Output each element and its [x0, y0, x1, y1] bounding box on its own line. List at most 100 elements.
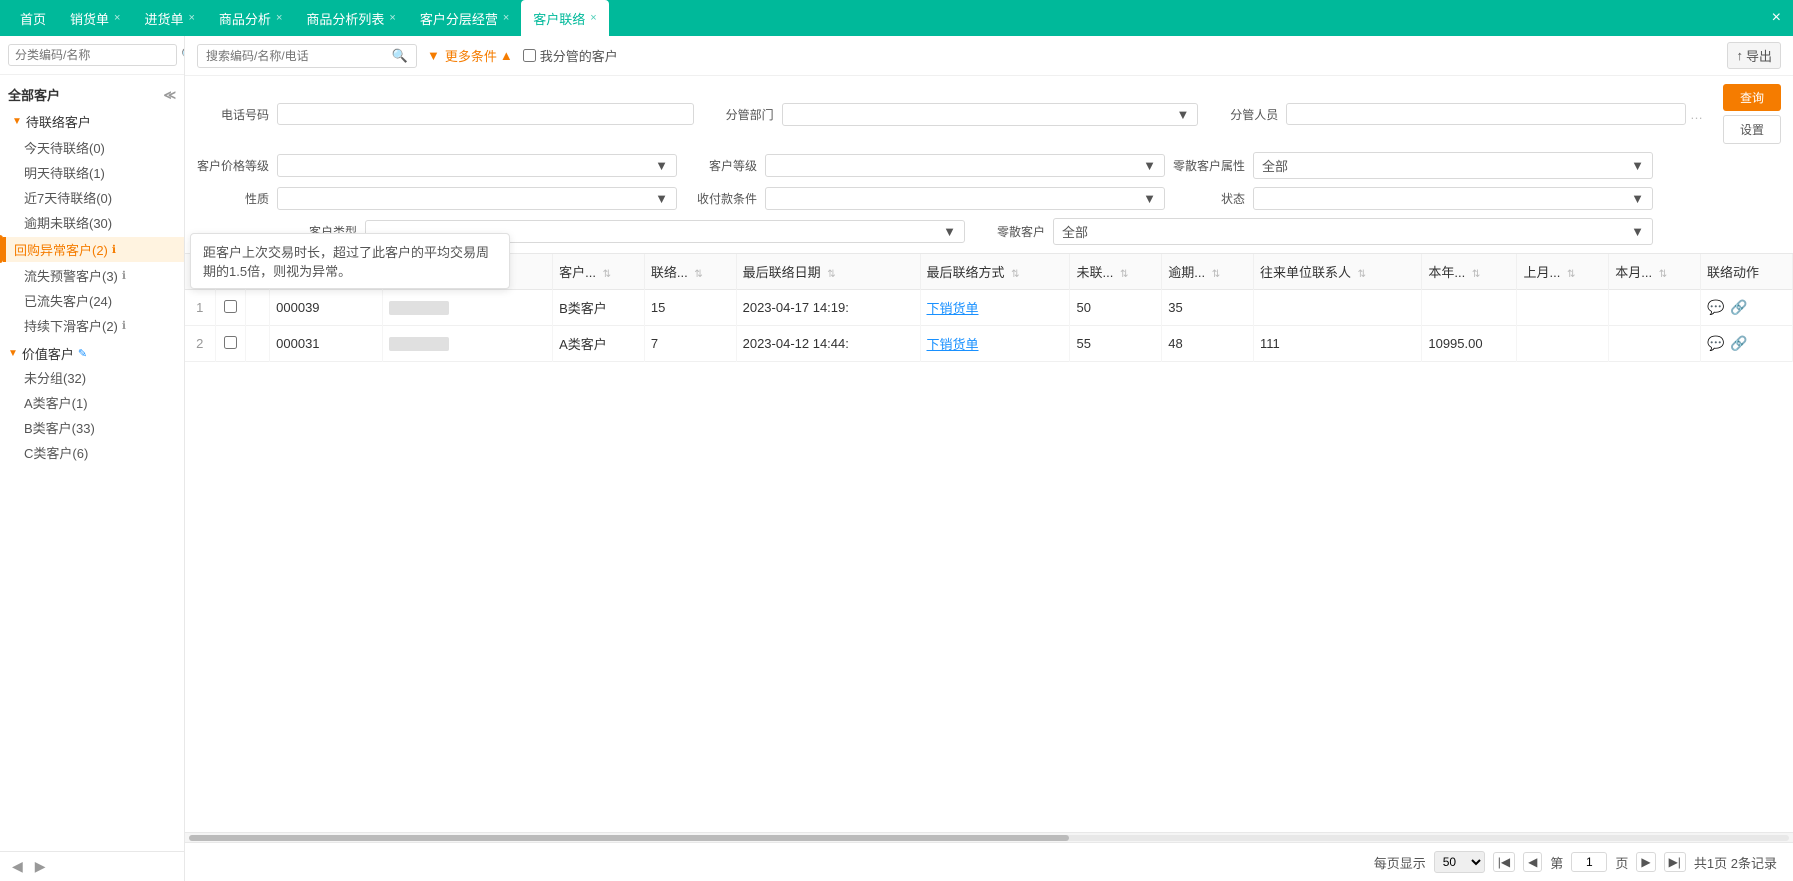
sidebar-waiting-contact-group[interactable]: ▼ 待联络客户: [0, 108, 184, 135]
row-2-comment-icon[interactable]: 💬: [1707, 335, 1724, 352]
col-action-label: 联络动作: [1707, 265, 1759, 280]
sidebar-item-churned[interactable]: 已流失客户(24): [0, 288, 184, 313]
col-last-month-label: 上月...: [1523, 265, 1560, 280]
search-input[interactable]: [206, 49, 388, 63]
filter-retail-customer-select[interactable]: 全部 ▼: [1053, 218, 1653, 245]
retail-customer-value: 全部: [1062, 222, 1088, 241]
row-1-comment-icon[interactable]: 💬: [1707, 299, 1724, 316]
col-way-sort-icon[interactable]: ⇅: [1011, 269, 1019, 280]
nav-close-customer-contact[interactable]: ×: [590, 12, 596, 24]
col-this-year: 本年... ⇅: [1422, 254, 1517, 290]
repurchase-info-icon[interactable]: ℹ: [112, 243, 116, 256]
sidebar-item-overdue-contact[interactable]: 逾期未联络(30): [0, 210, 184, 235]
sidebar-collapse-icon[interactable]: ≪: [163, 88, 176, 102]
filter-dept-label: 分管部门: [702, 106, 782, 123]
nav-customer-contact[interactable]: 客户联络 ×: [521, 0, 608, 36]
per-page-select[interactable]: 50 100 200: [1434, 851, 1485, 873]
export-button[interactable]: ↑ 导出: [1727, 42, 1781, 69]
filter-price-grade-field: 客户价格等级 ▼: [197, 154, 677, 177]
filter-dept-select[interactable]: ▼: [782, 103, 1199, 126]
more-conditions-button[interactable]: ▼ 更多条件 ▲: [427, 46, 513, 65]
gender-icon: ▼: [655, 191, 668, 206]
col-overdue-sort-icon[interactable]: ⇅: [1212, 269, 1220, 280]
filter-manager-input[interactable]: [1286, 103, 1686, 125]
filter-customer-grade-select[interactable]: ▼: [765, 154, 1165, 177]
row-1-grade: B类客户: [553, 290, 645, 326]
nav-close-purchase[interactable]: ×: [188, 12, 194, 24]
next-page-button[interactable]: ▶: [1636, 852, 1655, 872]
nav-purchase[interactable]: 进货单 ×: [132, 0, 206, 36]
sidebar-item-class-c[interactable]: C类客户(6): [0, 440, 184, 465]
nav-home[interactable]: 首页: [8, 0, 58, 36]
sidebar-item-class-b[interactable]: B类客户(33): [0, 415, 184, 440]
filter-phone-input[interactable]: [277, 103, 694, 125]
search-input-icon[interactable]: 🔍: [392, 48, 408, 64]
horizontal-scrollbar[interactable]: [185, 832, 1793, 842]
row-1-link-icon[interactable]: 🔗: [1730, 299, 1747, 316]
sidebar-item-today-contact[interactable]: 今天待联络(0): [0, 135, 184, 160]
col-overdue: 逾期... ⇅: [1162, 254, 1254, 290]
manager-more-icon[interactable]: …: [1690, 107, 1703, 122]
col-uncontact-sort-icon[interactable]: ⇅: [1120, 269, 1128, 280]
last-page-button[interactable]: ▶|: [1664, 852, 1686, 872]
row-1-this-year: [1422, 290, 1517, 326]
col-year-sort-icon[interactable]: ⇅: [1472, 269, 1480, 280]
export-icon: ↑: [1736, 48, 1743, 63]
filter-pay-condition-select[interactable]: ▼: [765, 187, 1165, 210]
nav-close-product-list[interactable]: ×: [389, 12, 395, 24]
close-all-tabs-button[interactable]: ×: [1772, 9, 1781, 27]
sidebar-item-repurchase-abnormal[interactable]: 回购异常客户(2) ℹ: [3, 237, 184, 262]
page-number-input[interactable]: [1571, 852, 1607, 872]
col-this-month-sort-icon[interactable]: ⇅: [1659, 269, 1667, 280]
sidebar-item-ungrouped[interactable]: 未分组(32): [0, 365, 184, 390]
sidebar-item-7days-contact[interactable]: 近7天待联络(0): [0, 185, 184, 210]
nav-close-sales[interactable]: ×: [114, 12, 120, 24]
customer-type-icon: ▼: [943, 224, 956, 239]
row-2-uncontact: 55: [1070, 326, 1162, 362]
row-2-link-icon[interactable]: 🔗: [1730, 335, 1747, 352]
my-customer-checkbox[interactable]: [523, 49, 536, 62]
query-button[interactable]: 查询: [1723, 84, 1781, 111]
filter-retail-attr-label: 零散客户属性: [1173, 157, 1253, 174]
sidebar-all-customers[interactable]: 全部客户 ≪: [0, 81, 184, 108]
row-1-last-way-link[interactable]: 下销货单: [927, 301, 979, 316]
sidebar-item-tomorrow-contact[interactable]: 明天待联络(1): [0, 160, 184, 185]
sidebar-item-class-a[interactable]: A类客户(1): [0, 390, 184, 415]
nav-sales[interactable]: 销货单 ×: [58, 0, 132, 36]
nav-customer-segment[interactable]: 客户分层经营 ×: [408, 0, 521, 36]
col-unit-sort-icon[interactable]: ⇅: [1358, 269, 1366, 280]
row-2-checkbox[interactable]: [224, 336, 237, 349]
sidebar-search-input[interactable]: [8, 44, 177, 66]
declining-info-icon[interactable]: ℹ: [122, 319, 126, 332]
filter-status-select[interactable]: ▼: [1253, 187, 1653, 210]
filter-price-grade-label: 客户价格等级: [197, 157, 277, 174]
value-arrow-icon: ▼: [8, 348, 18, 359]
nav-product-list[interactable]: 商品分析列表 ×: [294, 0, 407, 36]
filter-price-grade-select[interactable]: ▼: [277, 154, 677, 177]
col-date-sort-icon[interactable]: ⇅: [827, 269, 835, 280]
my-customer-filter: 我分管的客户: [523, 46, 618, 65]
prev-page-button[interactable]: ◀: [1523, 852, 1542, 872]
value-edit-icon[interactable]: ✎: [78, 347, 87, 360]
row-1-checkbox[interactable]: [224, 300, 237, 313]
row-2-last-way-link[interactable]: 下销货单: [927, 337, 979, 352]
nav-product-analysis[interactable]: 商品分析 ×: [207, 0, 294, 36]
first-page-button[interactable]: |◀: [1493, 852, 1515, 872]
sidebar-left-arrow[interactable]: ◀: [8, 856, 27, 877]
sidebar-item-churn-warning[interactable]: 流失预警客户(3) ℹ: [0, 263, 184, 288]
sidebar-item-declining[interactable]: 持续下滑客户(2) ℹ: [0, 313, 184, 338]
col-grade-sort-icon[interactable]: ⇅: [603, 269, 611, 280]
sidebar-value-customer-group[interactable]: ▼ 价值客户 ✎: [0, 338, 184, 365]
table-row: 2 000031 A类客户 7 2023-04-12 14:44:: [185, 326, 1793, 362]
filter-gender-select[interactable]: ▼: [277, 187, 677, 210]
sidebar-right-arrow[interactable]: ▶: [31, 856, 50, 877]
nav-close-customer-segment[interactable]: ×: [503, 12, 509, 24]
settings-button[interactable]: 设置: [1723, 115, 1781, 144]
col-contact-sort-icon[interactable]: ⇅: [694, 269, 702, 280]
filter-retail-attr-select[interactable]: 全部 ▼: [1253, 152, 1653, 179]
row-1-name: [383, 290, 553, 326]
churn-warning-info-icon[interactable]: ℹ: [122, 269, 126, 282]
nav-close-product-analysis[interactable]: ×: [276, 12, 282, 24]
col-last-month-sort-icon[interactable]: ⇅: [1567, 269, 1575, 280]
col-unit-contact: 往来单位联系人 ⇅: [1253, 254, 1421, 290]
